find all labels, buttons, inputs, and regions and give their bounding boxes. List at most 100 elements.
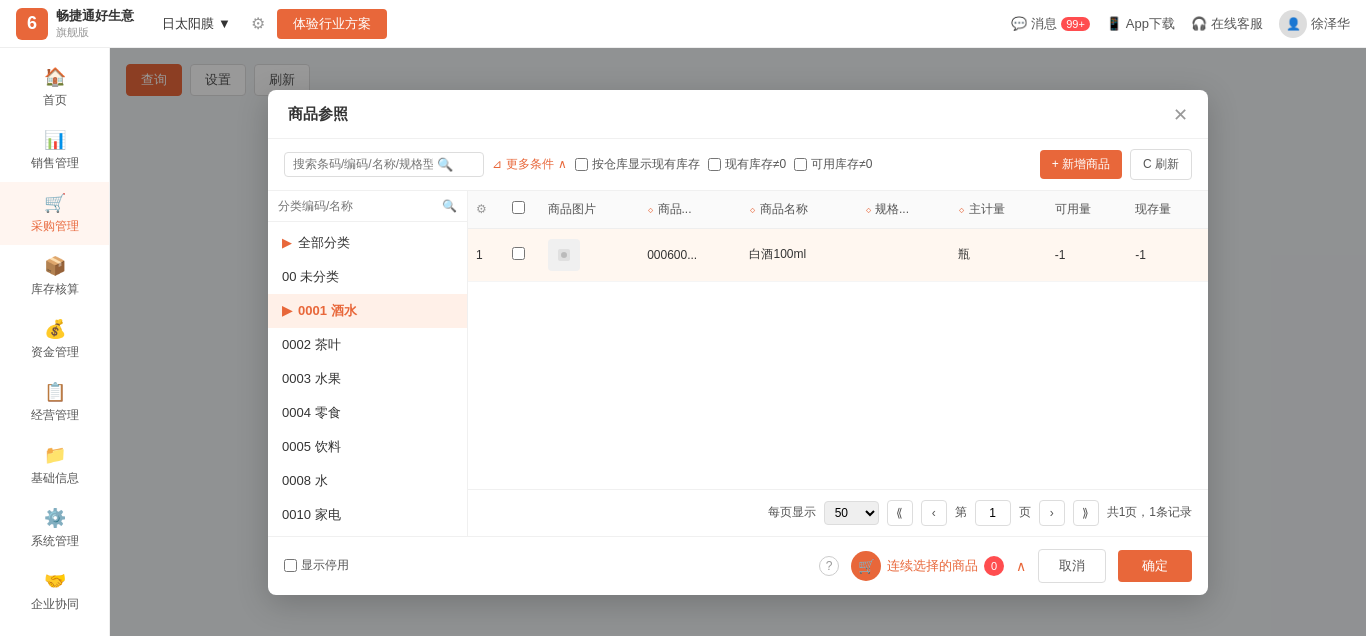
category-00[interactable]: 00 未分类: [268, 260, 467, 294]
add-product-button[interactable]: + 新增商品: [1040, 150, 1122, 179]
category-0001[interactable]: ▶ 0001 酒水: [268, 294, 467, 328]
search-input[interactable]: [293, 157, 433, 171]
store-selector[interactable]: 日太阳膜 ▼: [162, 15, 231, 33]
cart-section[interactable]: 🛒 连续选择的商品 0: [851, 551, 1004, 581]
page-size-select[interactable]: 50 10 20 100: [824, 501, 879, 525]
sidebar-item-sales[interactable]: 📊 销售管理: [0, 119, 109, 182]
settings-icon[interactable]: ⚙: [251, 14, 265, 33]
category-list: ▶ 全部分类 00 未分类 ▶ 0001 酒水 0002 茶: [268, 222, 467, 536]
sidebar-item-management[interactable]: 📋 经营管理: [0, 371, 109, 434]
trial-btn[interactable]: 体验行业方案: [277, 9, 387, 39]
category-search-input[interactable]: [278, 199, 438, 213]
available-checkbox[interactable]: [794, 158, 807, 171]
page-number-input[interactable]: [975, 500, 1011, 526]
refresh-button[interactable]: C 刷新: [1130, 149, 1192, 180]
modal-close-button[interactable]: ✕: [1173, 104, 1188, 126]
warehouse-checkbox[interactable]: [575, 158, 588, 171]
filter-button[interactable]: ⊿ 更多条件 ∧: [492, 156, 567, 173]
confirm-button[interactable]: 确定: [1118, 550, 1192, 582]
messages-badge: 99+: [1061, 17, 1090, 31]
app-download-btn[interactable]: 📱 App下载: [1106, 15, 1175, 33]
category-0002[interactable]: 0002 茶叶: [268, 328, 467, 362]
system-icon: ⚙️: [44, 507, 66, 529]
stock-checkbox-label[interactable]: 现有库存≠0: [708, 156, 786, 173]
cart-label: 连续选择的商品: [887, 557, 978, 575]
show-disabled-checkbox[interactable]: [284, 559, 297, 572]
sales-icon: 📊: [44, 129, 66, 151]
sidebar-item-home[interactable]: 🏠 首页: [0, 56, 109, 119]
th-checkbox: [504, 191, 540, 229]
sidebar-item-inventory[interactable]: 📦 库存核算: [0, 245, 109, 308]
table-scroll[interactable]: ⚙ 商品图片: [468, 191, 1208, 489]
category-label-4: 0003 水果: [282, 370, 341, 388]
category-0005[interactable]: 0005 饮料: [268, 430, 467, 464]
logo-text: 畅捷通好生意 旗舰版: [56, 7, 134, 40]
sidebar-item-purchase[interactable]: 🛒 采购管理: [0, 182, 109, 245]
category-search[interactable]: 🔍: [268, 191, 467, 222]
app-label: App下载: [1126, 15, 1175, 33]
available-label: 可用库存≠0: [811, 156, 872, 173]
table-header: ⚙ 商品图片: [468, 191, 1208, 229]
total-info: 共1页，1条记录: [1107, 504, 1192, 521]
nav-right: 💬 消息 99+ 📱 App下载 🎧 在线客服 👤 徐泽华: [1011, 10, 1350, 38]
sidebar-label-basic: 基础信息: [31, 470, 79, 487]
first-page-btn[interactable]: ⟪: [887, 500, 913, 526]
logo-icon: 6: [16, 8, 48, 40]
prev-page-btn[interactable]: ‹: [921, 500, 947, 526]
headset-icon: 🎧: [1191, 16, 1207, 31]
category-all[interactable]: ▶ 全部分类: [268, 226, 467, 260]
cancel-button[interactable]: 取消: [1038, 549, 1106, 583]
sidebar-label-purchase: 采购管理: [31, 218, 79, 235]
category-0010[interactable]: 0010 家电: [268, 498, 467, 532]
home-icon: 🏠: [44, 66, 66, 88]
modal-body: 🔍 ▶ 全部分类 00 未分类 ▶: [268, 191, 1208, 536]
sidebar-item-finance[interactable]: 💰 资金管理: [0, 308, 109, 371]
show-disabled-label[interactable]: 显示停用: [284, 557, 349, 574]
th-settings: ⚙: [468, 191, 504, 229]
filter-icon: ⊿: [492, 157, 502, 171]
category-0008[interactable]: 0008 水: [268, 464, 467, 498]
warehouse-checkbox-label[interactable]: 按仓库显示现有库存: [575, 156, 700, 173]
category-0004[interactable]: 0004 零食: [268, 396, 467, 430]
show-disabled-text: 显示停用: [301, 557, 349, 574]
next-page-btn[interactable]: ›: [1039, 500, 1065, 526]
sidebar-label-inventory: 库存核算: [31, 281, 79, 298]
content-area: 查询 设置 刷新 商品参照 ✕ 🔍: [110, 48, 1366, 636]
modal-header: 商品参照 ✕: [268, 90, 1208, 139]
collapse-icon[interactable]: ∧: [1016, 558, 1026, 574]
stock-checkbox[interactable]: [708, 158, 721, 171]
last-page-btn[interactable]: ⟫: [1073, 500, 1099, 526]
available-checkbox-label[interactable]: 可用库存≠0: [794, 156, 872, 173]
sidebar-item-system[interactable]: ⚙️ 系统管理: [0, 497, 109, 560]
top-nav: 6 畅捷通好生意 旗舰版 日太阳膜 ▼ ⚙ 体验行业方案 💬 消息 99+ 📱 …: [0, 0, 1366, 48]
th-spec: ⬦ 规格...: [857, 191, 951, 229]
category-panel: 🔍 ▶ 全部分类 00 未分类 ▶: [268, 191, 468, 536]
user-menu[interactable]: 👤 徐泽华: [1279, 10, 1350, 38]
row-index: 1: [468, 228, 504, 281]
table-row[interactable]: 1: [468, 228, 1208, 281]
product-thumbnail: [548, 239, 580, 271]
row-image: [540, 228, 639, 281]
modal-title: 商品参照: [288, 105, 348, 124]
avatar: 👤: [1279, 10, 1307, 38]
main-layout: 🏠 首页 📊 销售管理 🛒 采购管理 📦 库存核算 💰 资金管理 📋 经营管理 …: [0, 48, 1366, 636]
sidebar-item-cooperation[interactable]: 🤝 企业协同: [0, 560, 109, 623]
category-label-0: 全部分类: [298, 234, 350, 252]
filter-label: 更多条件: [506, 156, 554, 173]
service-btn[interactable]: 🎧 在线客服: [1191, 15, 1263, 33]
category-label-7: 0008 水: [282, 472, 328, 490]
category-0003[interactable]: 0003 水果: [268, 362, 467, 396]
column-settings-icon[interactable]: ⚙: [476, 202, 487, 216]
search-box[interactable]: 🔍: [284, 152, 484, 177]
sidebar-item-basic[interactable]: 📁 基础信息: [0, 434, 109, 497]
sort-icon-name: ⬦: [749, 202, 756, 216]
help-button[interactable]: ?: [819, 556, 839, 576]
select-all-checkbox[interactable]: [512, 201, 525, 214]
sidebar-item-guide[interactable]: 📖 新手引导: [0, 623, 109, 636]
row-select-checkbox[interactable]: [512, 247, 525, 260]
cart-icon: 🛒: [851, 551, 881, 581]
finance-icon: 💰: [44, 318, 66, 340]
messages-btn[interactable]: 💬 消息 99+: [1011, 15, 1090, 33]
sidebar-label-sales: 销售管理: [31, 155, 79, 172]
inventory-icon: 📦: [44, 255, 66, 277]
